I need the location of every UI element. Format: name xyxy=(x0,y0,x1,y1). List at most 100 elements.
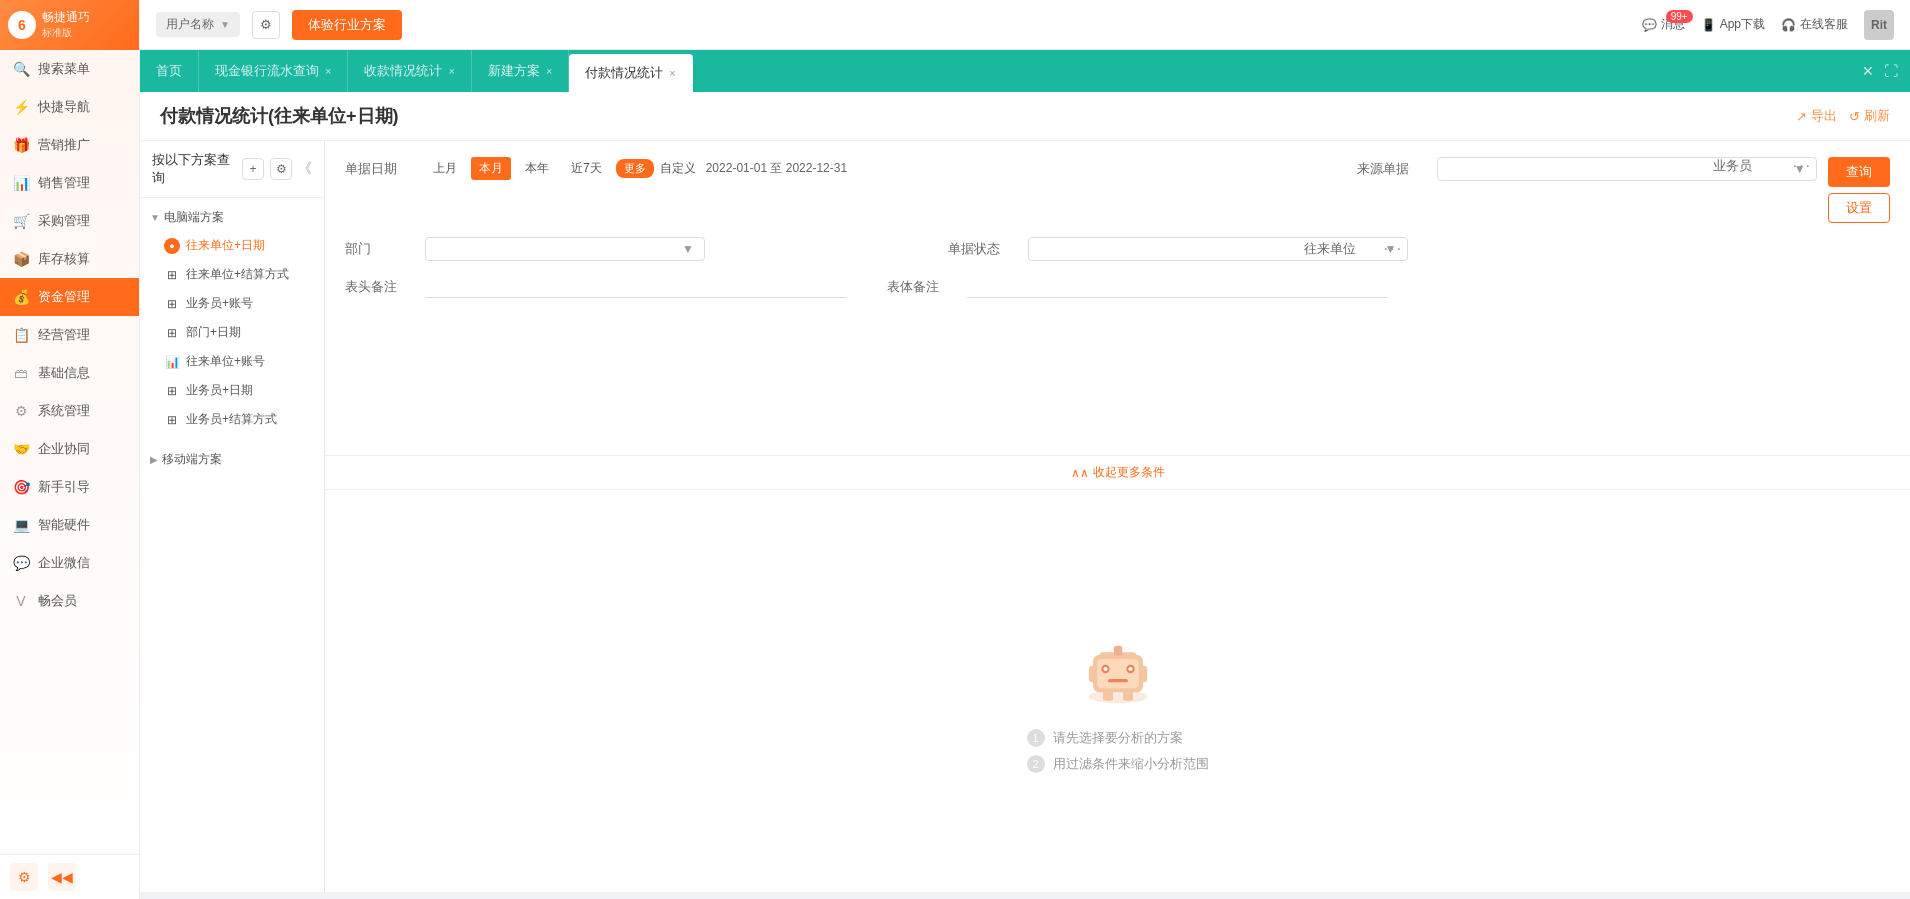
scheme-panel: 按以下方案查询 + ⚙ 《 xyxy=(140,141,325,892)
sidebar-item-wechat[interactable]: 💬 企业微信 xyxy=(0,544,139,582)
hint-text-2: 用过滤条件来缩小分析范围 xyxy=(1053,755,1209,773)
sidebar-item-system[interactable]: ⚙ 系统管理 xyxy=(0,392,139,430)
sidebar-item-operation[interactable]: 📋 经营管理 xyxy=(0,316,139,354)
doc-status-label: 单据状态 xyxy=(948,240,1028,258)
collapse-sidebar-btn[interactable]: ◀◀ xyxy=(48,863,76,891)
expand-icon[interactable]: ⛶ xyxy=(1884,63,1898,79)
topbar-right: 💬 消息 99+ 📱 App下载 🎧 在线客服 Rit xyxy=(1642,10,1894,40)
header-note-input[interactable] xyxy=(425,275,847,298)
scheme-item-staff-account[interactable]: ⊞ 业务员+账号 xyxy=(140,289,324,318)
party-selector[interactable]: ··· xyxy=(1384,240,1403,258)
filter-actions: 查询 设置 xyxy=(1828,157,1890,223)
refresh-icon: ↺ xyxy=(1849,109,1860,124)
app-logo: 6 xyxy=(8,11,36,39)
sidebar-label-system: 系统管理 xyxy=(38,402,90,420)
inventory-icon: 📦 xyxy=(12,250,30,268)
sidebar-item-hardware[interactable]: 💻 智能硬件 xyxy=(0,506,139,544)
close-payments-icon[interactable]: × xyxy=(669,67,675,79)
page-header: 付款情况统计(往来单位+日期) ↗ 导出 ↺ 刷新 xyxy=(140,92,1910,141)
mobile-group-header[interactable]: ▶ 移动端方案 xyxy=(140,446,324,473)
scheme-item-dept-date[interactable]: ⊞ 部门+日期 xyxy=(140,318,324,347)
collapse-label: 收起更多条件 xyxy=(1093,464,1165,481)
scheme-item-staff-date[interactable]: ⊞ 业务员+日期 xyxy=(140,376,324,405)
close-all-tabs-icon[interactable]: ✕ xyxy=(1862,63,1874,79)
sidebar-label-inventory: 库存核算 xyxy=(38,250,90,268)
settings-footer-btn[interactable]: ⚙ xyxy=(10,863,38,891)
tab-cash-flow[interactable]: 现金银行流水查询 × xyxy=(199,50,348,92)
date-7days-btn[interactable]: 近7天 xyxy=(563,157,610,180)
sidebar-item-vip[interactable]: V 畅会员 xyxy=(0,582,139,620)
empty-state: 1 请先选择要分析的方案 2 用过滤条件来缩小分析范围 xyxy=(325,489,1910,892)
query-button[interactable]: 查询 xyxy=(1828,157,1890,187)
sidebar-item-sales[interactable]: 📊 销售管理 xyxy=(0,164,139,202)
user-avatar[interactable]: Rit xyxy=(1864,10,1894,40)
svg-rect-10 xyxy=(1103,689,1113,701)
sidebar-item-marketing[interactable]: 🎁 营销推广 xyxy=(0,126,139,164)
staff-selector[interactable]: ··· xyxy=(1793,157,1812,175)
mobile-scheme-group: ▶ 移动端方案 xyxy=(140,440,324,479)
sidebar-label-sales: 销售管理 xyxy=(38,174,90,192)
operation-icon: 📋 xyxy=(12,326,30,344)
date-last-month-btn[interactable]: 上月 xyxy=(425,157,465,180)
tab-new-scheme[interactable]: 新建方案 × xyxy=(472,50,569,92)
svg-point-13 xyxy=(1128,667,1132,671)
scheme-item-party-date[interactable]: ● 往来单位+日期 xyxy=(140,231,324,260)
staff-date-label: 业务员+日期 xyxy=(186,382,253,399)
tab-payments[interactable]: 付款情况统计 × xyxy=(569,54,692,92)
sidebar-item-inventory[interactable]: 📦 库存核算 xyxy=(0,240,139,278)
scheme-settings-btn[interactable]: ⚙ xyxy=(270,158,292,180)
content-area: 按以下方案查询 + ⚙ 《 xyxy=(140,141,1910,892)
dept-select[interactable]: ▼ xyxy=(425,237,705,261)
tab-home[interactable]: 首页 xyxy=(140,50,199,92)
sidebar-item-shortcut[interactable]: ⚡ 快捷导航 xyxy=(0,88,139,126)
headset-icon: 🎧 xyxy=(1781,18,1796,32)
tabs-right-actions: ✕ ⛶ xyxy=(1850,50,1910,92)
refresh-btn[interactable]: ↺ 刷新 xyxy=(1849,107,1890,125)
close-cash-flow-icon[interactable]: × xyxy=(325,65,331,77)
grid-icon: ⊞ xyxy=(164,412,180,428)
date-this-month-btn[interactable]: 本月 xyxy=(471,157,511,180)
body-note-input[interactable] xyxy=(967,275,1389,298)
trial-button[interactable]: 体验行业方案 xyxy=(292,10,402,40)
scheme-item-party-settle[interactable]: ⊞ 往来单位+结算方式 xyxy=(140,260,324,289)
user-selector[interactable]: 用户名称 ▼ xyxy=(156,12,240,37)
collapse-more-btn[interactable]: ∧∧ 收起更多条件 xyxy=(325,455,1910,489)
settings-button[interactable]: 设置 xyxy=(1828,193,1890,223)
scheme-item-staff-settle[interactable]: ⊞ 业务员+结算方式 xyxy=(140,405,324,434)
sidebar-label-wechat: 企业微信 xyxy=(38,554,90,572)
desktop-group-label: 电脑端方案 xyxy=(164,209,224,226)
sidebar-item-guide[interactable]: 🎯 新手引导 xyxy=(0,468,139,506)
sales-icon: 📊 xyxy=(12,174,30,192)
mobile-group-label: 移动端方案 xyxy=(162,451,222,468)
filter-content: 单据日期 上月 本月 本年 近7天 更多 自定义 2022-01-01 至 20… xyxy=(325,141,1910,455)
vip-icon: V xyxy=(12,592,30,610)
desktop-group-header[interactable]: ▼ 电脑端方案 xyxy=(140,204,324,231)
sidebar-item-search[interactable]: 🔍 搜索菜单 xyxy=(0,50,139,88)
cash-flow-label: 现金银行流水查询 xyxy=(215,62,319,80)
add-scheme-btn[interactable]: + xyxy=(242,158,264,180)
sidebar-item-basic[interactable]: 🗃 基础信息 xyxy=(0,354,139,392)
date-range-display: 2022-01-01 至 2022-12-31 xyxy=(706,160,847,177)
date-this-year-btn[interactable]: 本年 xyxy=(517,157,557,180)
grid-icon: ⊞ xyxy=(164,383,180,399)
collapse-icon: ∧∧ xyxy=(1071,466,1089,480)
date-more-btn[interactable]: 更多 xyxy=(616,159,654,178)
staff-settle-label: 业务员+结算方式 xyxy=(186,411,277,428)
close-receipts-icon[interactable]: × xyxy=(448,65,454,77)
sidebar-item-enterprise[interactable]: 🤝 企业协同 xyxy=(0,430,139,468)
scheme-collapse-btn[interactable]: 《 xyxy=(298,160,312,178)
export-btn[interactable]: ↗ 导出 xyxy=(1796,107,1837,125)
app-download-btn[interactable]: 📱 App下载 xyxy=(1701,16,1765,33)
purchase-icon: 🛒 xyxy=(12,212,30,230)
sidebar-item-purchase[interactable]: 🛒 采购管理 xyxy=(0,202,139,240)
sidebar-item-finance[interactable]: 💰 资金管理 xyxy=(0,278,139,316)
message-btn[interactable]: 💬 消息 99+ xyxy=(1642,16,1685,33)
phone-icon: 📱 xyxy=(1701,18,1716,32)
sidebar-label-guide: 新手引导 xyxy=(38,478,90,496)
scheme-item-party-account[interactable]: 📊 往来单位+账号 xyxy=(140,347,324,376)
date-custom-btn[interactable]: 自定义 xyxy=(660,160,696,177)
close-new-scheme-icon[interactable]: × xyxy=(546,65,552,77)
settings-icon[interactable]: ⚙ xyxy=(252,11,280,39)
online-service-btn[interactable]: 🎧 在线客服 xyxy=(1781,16,1848,33)
tab-receipts[interactable]: 收款情况统计 × xyxy=(348,50,471,92)
